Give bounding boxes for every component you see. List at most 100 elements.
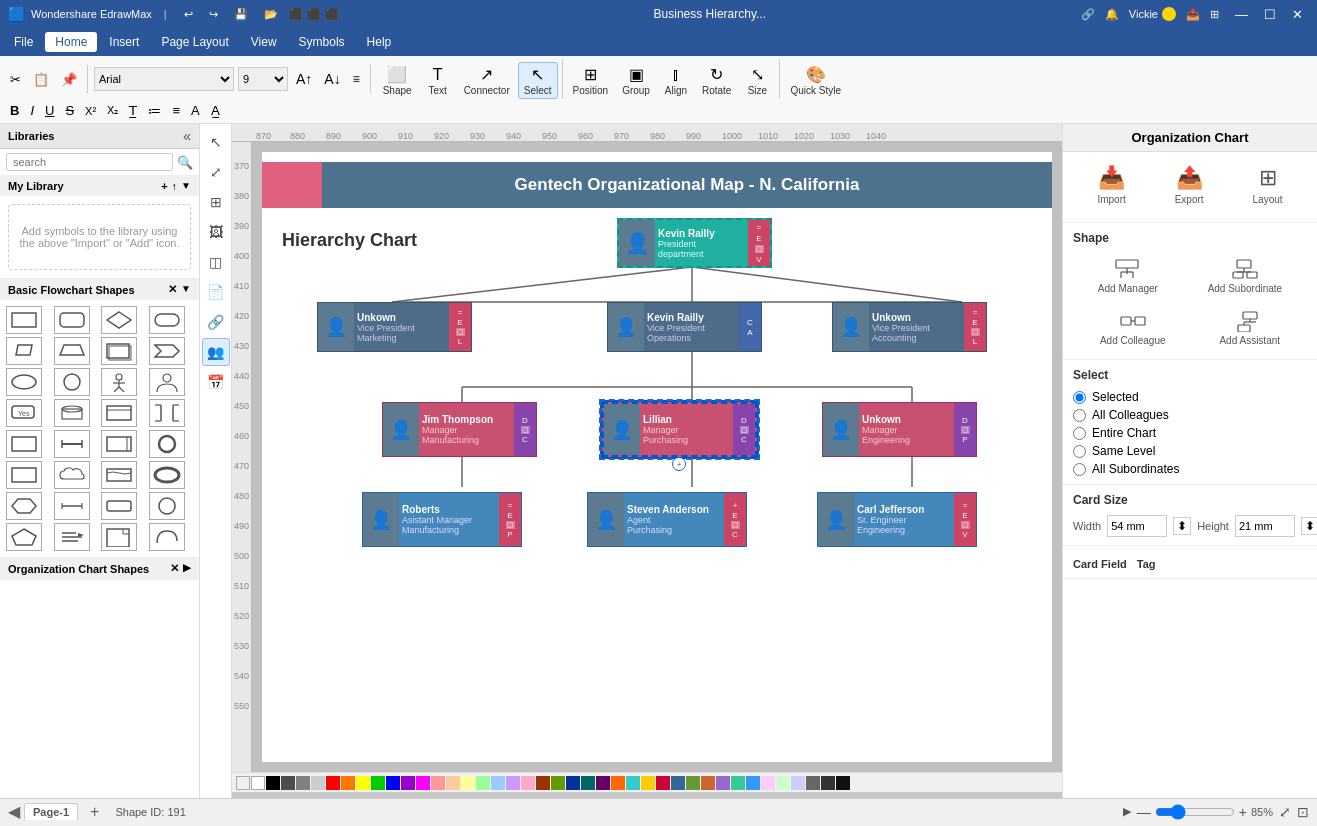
height-input[interactable] xyxy=(1235,515,1295,537)
font-family-select[interactable]: Arial Times New Roman Calibri xyxy=(94,67,234,91)
minimize-icon[interactable]: — xyxy=(1229,5,1254,24)
prev-page-btn[interactable]: ◀ xyxy=(8,802,20,821)
side-grid-icon[interactable]: ⊞ xyxy=(202,188,230,216)
text-tool-btn[interactable]: T Text xyxy=(420,63,456,99)
quick-style-btn[interactable]: 🎨 Quick Style xyxy=(784,62,847,99)
pale-pink-swatch[interactable] xyxy=(761,776,775,790)
shape-cylinder[interactable] xyxy=(54,399,90,427)
shape-lines[interactable] xyxy=(54,523,90,551)
import-btn[interactable]: 📥 Import xyxy=(1088,160,1134,210)
org-node-mgr1[interactable]: 👤 Jim Thompson Manager Manufacturing D▢C xyxy=(382,402,537,457)
shape-tool-btn[interactable]: ⬜ Shape xyxy=(377,62,418,99)
red-swatch[interactable] xyxy=(326,776,340,790)
bullet-btn[interactable]: ≡ xyxy=(168,101,184,120)
entire-chart-radio[interactable] xyxy=(1073,427,1086,440)
bell-icon[interactable]: 🔔 xyxy=(1105,8,1119,21)
green-swatch[interactable] xyxy=(371,776,385,790)
steel-blue-swatch[interactable] xyxy=(671,776,685,790)
menu-view[interactable]: View xyxy=(241,32,287,52)
text-style-btn[interactable]: T̲ xyxy=(125,101,141,120)
near-black-swatch[interactable] xyxy=(836,776,850,790)
share-btn[interactable]: 📤 xyxy=(1186,8,1200,21)
org-node-mgr3[interactable]: 👤 Unkown Manager Engineering D▢P xyxy=(822,402,977,457)
dark-purple-swatch[interactable] xyxy=(596,776,610,790)
shape-circle2[interactable] xyxy=(149,492,185,520)
add-manager-btn[interactable]: Add Manager xyxy=(1091,253,1165,299)
add-assistant-btn[interactable]: Add Assistant xyxy=(1212,305,1287,351)
side-links-icon[interactable]: 🔗 xyxy=(202,308,230,336)
side-timeline-icon[interactable]: 📅 xyxy=(202,368,230,396)
menu-help[interactable]: Help xyxy=(357,32,402,52)
close-org-chart[interactable]: ✕ xyxy=(170,562,179,575)
shape-trapezoid[interactable] xyxy=(54,337,90,365)
add-colleague-btn[interactable]: Add Colleague xyxy=(1093,305,1173,351)
all-subordinates-option[interactable]: All Subordinates xyxy=(1073,462,1307,476)
yellow-swatch[interactable] xyxy=(356,776,370,790)
add-subordinate-btn[interactable]: Add Subordinate xyxy=(1201,253,1290,299)
entire-chart-option[interactable]: Entire Chart xyxy=(1073,426,1307,440)
side-image-icon[interactable]: 🖼 xyxy=(202,218,230,246)
moss-swatch[interactable] xyxy=(686,776,700,790)
dark-charcoal-swatch[interactable] xyxy=(821,776,835,790)
org-node-mgr2[interactable]: 👤 Lillian Manager Purchasing D▢C xyxy=(602,402,757,457)
shape-dbl-arrow[interactable] xyxy=(54,492,90,520)
gold-swatch[interactable] xyxy=(641,776,655,790)
shape-arc[interactable] xyxy=(149,523,185,551)
light-yellow-swatch[interactable] xyxy=(461,776,475,790)
blue-swatch[interactable] xyxy=(386,776,400,790)
font-size-select[interactable]: 91011121416 xyxy=(238,67,288,91)
undo-btn[interactable]: ↩ xyxy=(179,6,198,23)
violet-swatch[interactable] xyxy=(716,776,730,790)
medium-gray-swatch[interactable] xyxy=(806,776,820,790)
shape-rect[interactable] xyxy=(6,306,42,334)
menu-page-layout[interactable]: Page Layout xyxy=(151,32,238,52)
width-input[interactable] xyxy=(1107,515,1167,537)
dark-orange-swatch[interactable] xyxy=(611,776,625,790)
shape-rect4[interactable] xyxy=(101,492,137,520)
cut-btn[interactable]: ✂ xyxy=(6,70,25,89)
pale-green-swatch[interactable] xyxy=(776,776,790,790)
rotate-btn[interactable]: ↻ Rotate xyxy=(696,62,737,99)
save-icon[interactable]: 💾 xyxy=(229,6,253,23)
group-btn[interactable]: ▣ Group xyxy=(616,62,656,99)
lavender-swatch[interactable] xyxy=(506,776,520,790)
menu-insert[interactable]: Insert xyxy=(99,32,149,52)
same-level-option[interactable]: Same Level xyxy=(1073,444,1307,458)
teal-swatch[interactable] xyxy=(581,776,595,790)
peach-swatch[interactable] xyxy=(446,776,460,790)
strikethrough-btn[interactable]: S xyxy=(61,101,78,120)
shape-bold-circle[interactable] xyxy=(149,430,185,458)
menu-symbols[interactable]: Symbols xyxy=(289,32,355,52)
zoom-in-btn[interactable]: + xyxy=(1239,804,1247,820)
side-org-icon[interactable]: 👥 xyxy=(202,338,230,366)
org-node-vp2[interactable]: 👤 Kevin Railly Vice President Operations… xyxy=(607,302,762,352)
diagram-area[interactable]: Gentech Organizational Map - N. Californ… xyxy=(252,142,1062,772)
shape-rounded-rect2[interactable] xyxy=(149,306,185,334)
font-increase-btn[interactable]: A↑ xyxy=(292,69,316,89)
shape-wave-rect[interactable] xyxy=(101,461,137,489)
side-expand-icon[interactable]: ⤢ xyxy=(202,158,230,186)
shape-hexagon[interactable] xyxy=(6,492,42,520)
gray-swatch[interactable] xyxy=(296,776,310,790)
align-btn[interactable]: ≡ xyxy=(349,70,364,88)
crimson-swatch[interactable] xyxy=(656,776,670,790)
selected-option[interactable]: Selected xyxy=(1073,390,1307,404)
shape-rect-scroll[interactable] xyxy=(101,430,137,458)
add-page-btn[interactable]: + xyxy=(84,803,105,821)
bold-btn[interactable]: B xyxy=(6,101,23,120)
all-colleagues-option[interactable]: All Colleagues xyxy=(1073,408,1307,422)
black-swatch[interactable] xyxy=(266,776,280,790)
seafoam-swatch[interactable] xyxy=(731,776,745,790)
org-node-vp1[interactable]: 👤 Unkown Vice President Marketing =E▢L xyxy=(317,302,472,352)
connector-tool-btn[interactable]: ↗ Connector xyxy=(458,62,516,99)
shape-note[interactable] xyxy=(101,523,137,551)
height-stepper[interactable]: ⬍ xyxy=(1301,517,1317,535)
shape-rect-plain[interactable] xyxy=(6,430,42,458)
import-lib-icon[interactable]: ↑ xyxy=(172,180,178,192)
brown-swatch[interactable] xyxy=(536,776,550,790)
zoom-out-btn[interactable]: — xyxy=(1137,804,1151,820)
select-tool-btn[interactable]: ↖ Select xyxy=(518,62,558,99)
export-btn[interactable]: 📤 Export xyxy=(1166,160,1213,210)
play-btn[interactable]: ▶ xyxy=(1123,805,1131,818)
menu-file[interactable]: File xyxy=(4,32,43,52)
